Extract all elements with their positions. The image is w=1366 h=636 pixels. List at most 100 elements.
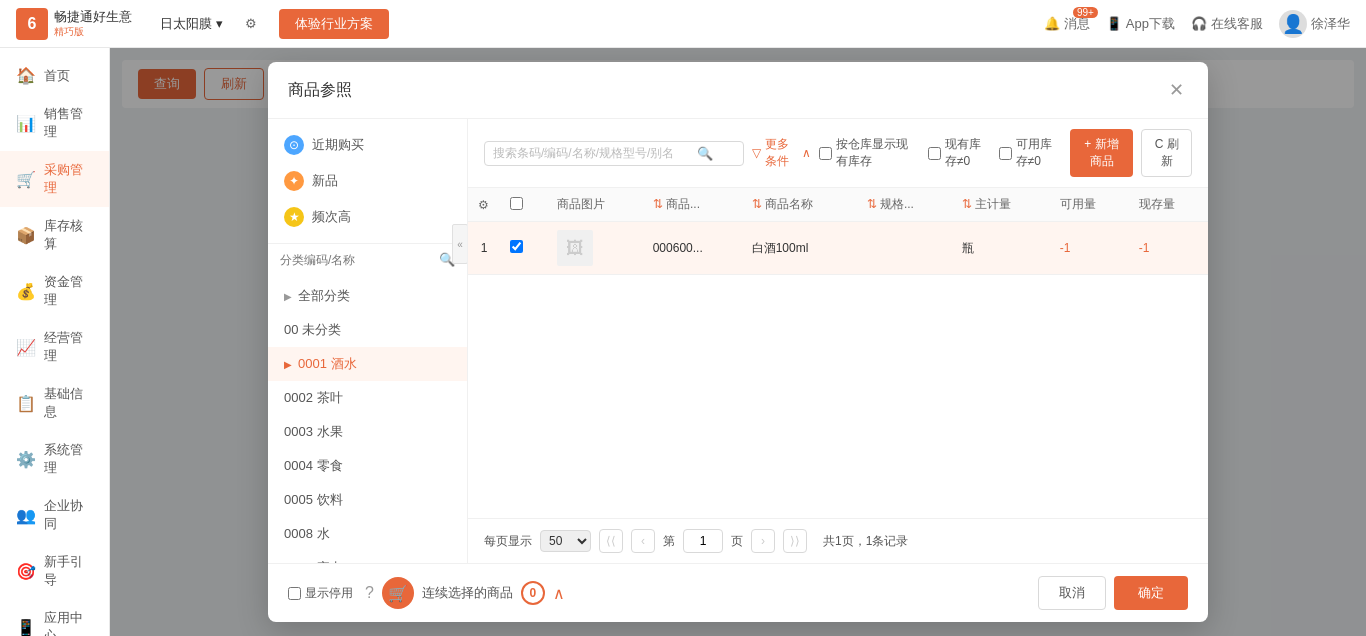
filter-more-btn[interactable]: ▽ 更多条件 ∧ [752, 136, 811, 170]
sales-icon: 📊 [16, 114, 36, 133]
recent-icon: ⊙ [284, 135, 304, 155]
home-icon: 🏠 [16, 66, 36, 85]
logo-text: 畅捷通好生意 精巧版 [54, 9, 132, 39]
sidebar-item-system[interactable]: ⚙️ 系统管理 [0, 431, 109, 487]
finance-icon: 💰 [16, 282, 36, 301]
sidebar-item-app-center[interactable]: 📱 应用中心 [0, 599, 109, 636]
modal-left-panel: ⊙ 近期购买 ✦ 新品 ★ 频次高 [268, 119, 468, 563]
bell-icon: 🔔 [1044, 16, 1060, 31]
th-unit: ⇅ 主计量 [952, 188, 1050, 222]
logo-icon: 6 [16, 8, 48, 40]
modal-close-button[interactable]: ✕ [1164, 78, 1188, 102]
next-page-btn[interactable]: › [751, 529, 775, 553]
sidebar-item-enterprise[interactable]: 👥 企业协同 [0, 487, 109, 543]
row-checkbox[interactable] [500, 222, 547, 275]
modal-refresh-button[interactable]: C 刷新 [1141, 129, 1192, 177]
sidebar-item-basic-info[interactable]: 📋 基础信息 [0, 375, 109, 431]
category-search-input[interactable] [280, 253, 435, 267]
filter-option-warehouse[interactable]: 按仓库显示现有库存 [819, 136, 919, 170]
th-name[interactable]: ⇅ 商品名称 [742, 188, 857, 222]
enterprise-icon: 👥 [16, 506, 36, 525]
category-arrow-icon: ▶ [284, 291, 292, 302]
user-item[interactable]: 👤 徐泽华 [1279, 10, 1350, 38]
add-product-button[interactable]: + 新增商品 [1070, 129, 1134, 177]
last-page-btn[interactable]: ⟩⟩ [783, 529, 807, 553]
select-all-checkbox[interactable] [510, 197, 523, 210]
inventory-icon: 📦 [16, 226, 36, 245]
footer-right: 取消 确定 [1038, 576, 1188, 610]
sidebar-item-inventory[interactable]: 📦 库存核算 [0, 207, 109, 263]
top-nav: 6 畅捷通好生意 精巧版 日太阳膜 ▾ ⚙ 体验行业方案 🔔 消息 99+ 📱 … [0, 0, 1366, 48]
cart-area: ? 🛒 连续选择的商品 0 ∧ [365, 577, 565, 609]
cart-count: 0 [521, 581, 545, 605]
modal-header: 商品参照 ✕ [268, 62, 1208, 119]
experience-btn[interactable]: 体验行业方案 [279, 9, 389, 39]
sidebar-item-purchase[interactable]: 🛒 采购管理 [0, 151, 109, 207]
sort-icon-name: ⇅ [752, 197, 762, 211]
collapse-panel-button[interactable]: « [452, 224, 468, 264]
sidebar-item-operations[interactable]: 📈 经营管理 [0, 319, 109, 375]
basic-info-icon: 📋 [16, 394, 36, 413]
product-thumb: 🖼 [557, 230, 593, 266]
category-snacks[interactable]: 0004 零食 [268, 449, 467, 483]
footer-left: 显示停用 [288, 585, 353, 602]
search-icon[interactable]: 🔍 [697, 146, 713, 161]
sort-icon-unit: ⇅ [962, 197, 972, 211]
sidebar-item-home[interactable]: 🏠 首页 [0, 56, 109, 95]
row-image: 🖼 [547, 222, 643, 275]
category-beverages[interactable]: 0005 饮料 [268, 483, 467, 517]
sort-icon-spec: ⇅ [867, 197, 877, 211]
category-uncategorized[interactable]: 00 未分类 [268, 313, 467, 347]
category-appliances[interactable]: 0010 家电 [268, 551, 467, 563]
category-liquor[interactable]: ▶ 0001 酒水 [268, 347, 467, 381]
prev-page-btn[interactable]: ‹ [631, 529, 655, 553]
main-content: 查询 刷新 设置 商品参照 ✕ [110, 48, 1366, 636]
sidebar-item-sales[interactable]: 📊 销售管理 [0, 95, 109, 151]
first-page-btn[interactable]: ⟨⟨ [599, 529, 623, 553]
store-selector[interactable]: 日太阳膜 ▾ [152, 11, 231, 37]
category-all[interactable]: ▶ 全部分类 [268, 279, 467, 313]
collapse-cart-icon[interactable]: ∧ [553, 584, 565, 603]
settings-icon[interactable]: ⚙ [235, 8, 267, 40]
show-disabled-checkbox[interactable]: 显示停用 [288, 585, 353, 602]
category-tea[interactable]: 0002 茶叶 [268, 381, 467, 415]
mobile-icon: 📱 [1106, 16, 1122, 31]
th-code[interactable]: ⇅ 商品... [643, 188, 742, 222]
cart-icon[interactable]: 🛒 [382, 577, 414, 609]
chevron-up-icon: ∧ [802, 146, 811, 160]
filter-recent[interactable]: ⊙ 近期购买 [268, 127, 467, 163]
filter-option-stock-ne0[interactable]: 现有库存≠0 [928, 136, 991, 170]
page-size-select[interactable]: 50 100 200 [540, 530, 591, 552]
th-stock: 现存量 [1129, 188, 1208, 222]
filter-frequent[interactable]: ★ 频次高 [268, 199, 467, 235]
modal-table-wrap: ⚙ 商品图片 ⇅ 商品... [468, 188, 1208, 518]
filter-option-available-ne0[interactable]: 可用库存≠0 [999, 136, 1062, 170]
online-service-item[interactable]: 🎧 在线客服 [1191, 15, 1263, 33]
sidebar-item-guide[interactable]: 🎯 新手引导 [0, 543, 109, 599]
row-spec [857, 222, 952, 275]
modal-overlay: 商品参照 ✕ ⊙ 近期购买 ✦ [110, 48, 1366, 636]
th-image: 商品图片 [547, 188, 643, 222]
confirm-button[interactable]: 确定 [1114, 576, 1188, 610]
logo-area: 6 畅捷通好生意 精巧版 [16, 8, 132, 40]
notify-item[interactable]: 🔔 消息 99+ [1044, 15, 1090, 33]
sidebar-item-finance[interactable]: 💰 资金管理 [0, 263, 109, 319]
product-reference-modal: 商品参照 ✕ ⊙ 近期购买 ✦ [268, 62, 1208, 622]
page-number-input[interactable] [683, 529, 723, 553]
category-fruit[interactable]: 0003 水果 [268, 415, 467, 449]
category-water[interactable]: 0008 水 [268, 517, 467, 551]
purchase-icon: 🛒 [16, 170, 36, 189]
row-num: 1 [468, 222, 500, 275]
th-spec: ⇅ 规格... [857, 188, 952, 222]
help-icon[interactable]: ? [365, 584, 374, 602]
search-input[interactable] [493, 146, 693, 160]
row-code: 000600... [643, 222, 742, 275]
table-row[interactable]: 1 🖼 00 [468, 222, 1208, 275]
cancel-button[interactable]: 取消 [1038, 576, 1106, 610]
filter-new[interactable]: ✦ 新品 [268, 163, 467, 199]
search-bar-right: + 新增商品 C 刷新 [1070, 129, 1192, 177]
modal-footer: 显示停用 ? 🛒 连续选择的商品 0 ∧ 取消 确定 [268, 563, 1208, 622]
avatar: 👤 [1279, 10, 1307, 38]
main-layout: 🏠 首页 📊 销售管理 🛒 采购管理 📦 库存核算 💰 资金管理 📈 经营管理 … [0, 48, 1366, 636]
app-download-item[interactable]: 📱 App下载 [1106, 15, 1175, 33]
